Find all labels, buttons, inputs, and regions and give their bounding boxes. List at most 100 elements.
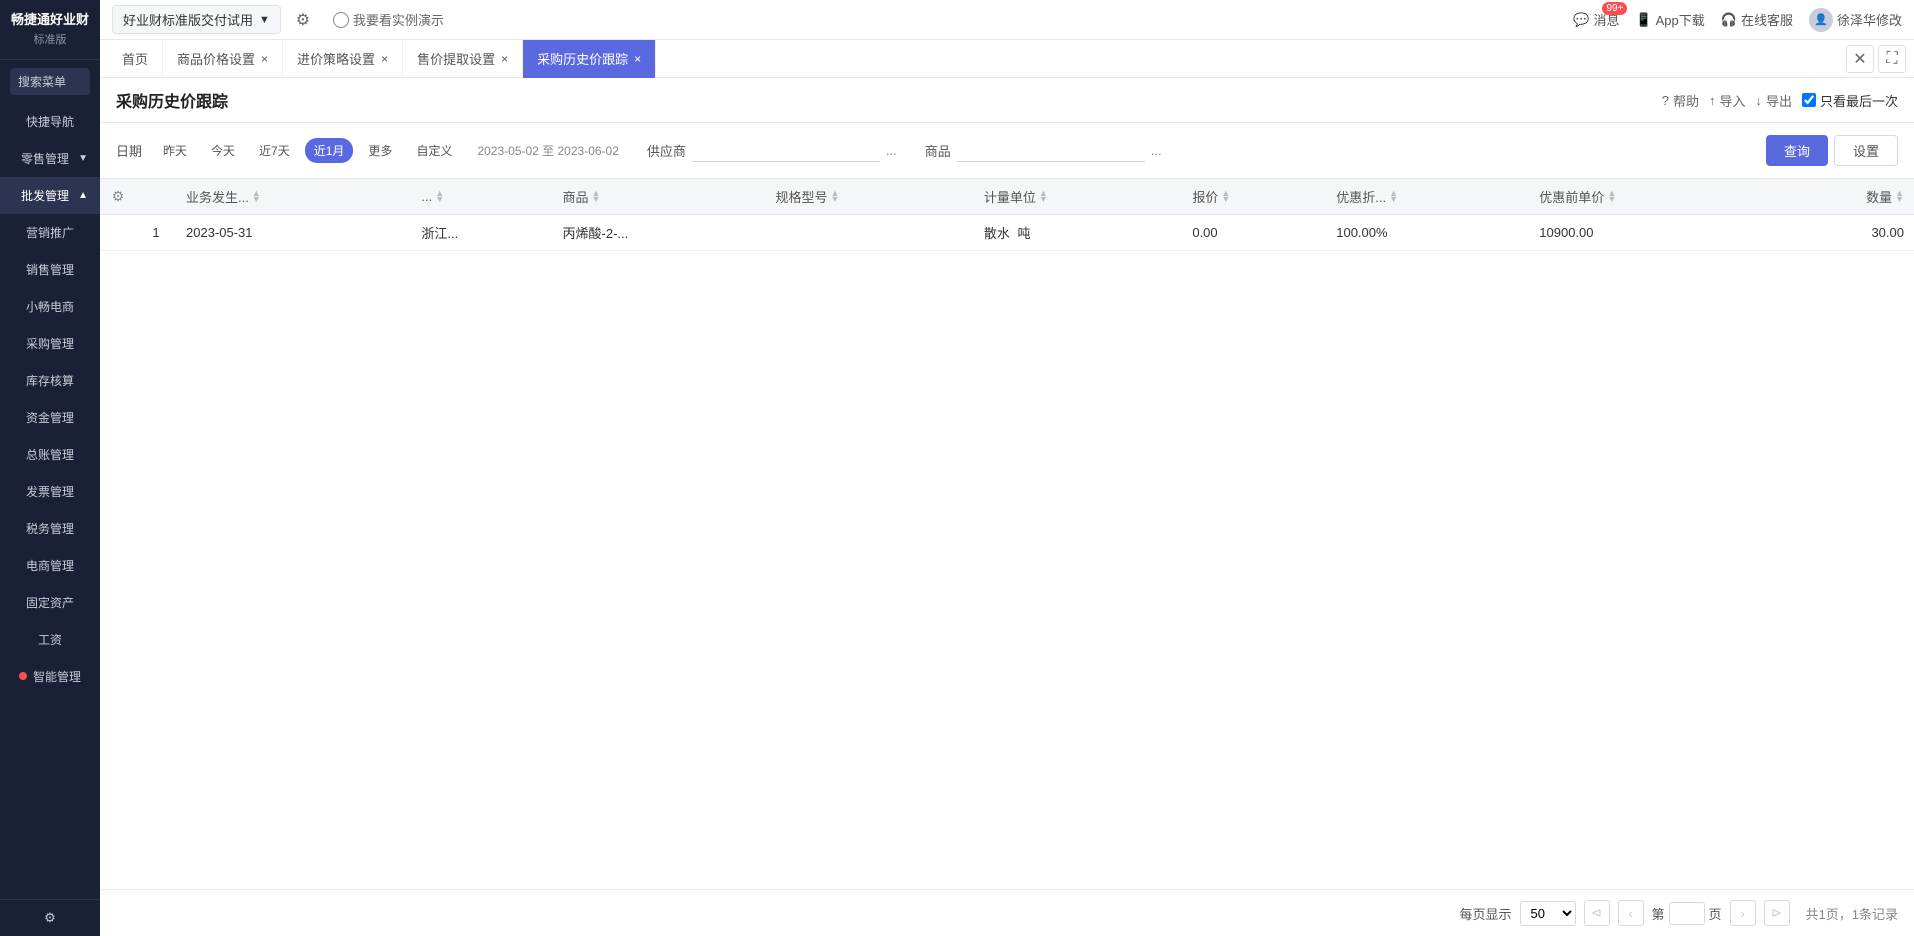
customer-service-button[interactable]: 🎧 在线客服: [1721, 10, 1793, 29]
sidebar-item-tax[interactable]: 税务管理: [0, 510, 100, 547]
last-page-button[interactable]: ⊳: [1764, 900, 1790, 926]
tabs-actions: ✕ ⛶: [1846, 45, 1906, 73]
row-quantity-cell: 30.00: [1770, 215, 1914, 251]
page-number-input[interactable]: 1: [1669, 902, 1705, 925]
settings-filter-button[interactable]: 设置: [1834, 135, 1898, 166]
row-date-cell: 2023-05-31: [176, 215, 411, 251]
th-goods: 商品 ▲▼: [553, 179, 766, 215]
tab-sale[interactable]: 售价提取设置 ×: [403, 40, 523, 78]
question-icon: ?: [1662, 93, 1669, 108]
pagination: 每页显示 20 50 100 200 ⊲ ‹ 第 1 页 › ⊳ 共1页，1条记…: [100, 889, 1914, 936]
tab-home[interactable]: 首页: [108, 40, 163, 78]
date-filter-label: 日期: [116, 141, 142, 160]
tab-history[interactable]: 采购历史价跟踪 ×: [523, 40, 656, 78]
per-page-select[interactable]: 20 50 100 200: [1520, 901, 1576, 926]
tab-price[interactable]: 商品价格设置 ×: [163, 40, 283, 78]
date-btn-7days[interactable]: 近7天: [250, 138, 299, 163]
supplier-filter-input[interactable]: [692, 140, 880, 162]
tab-price-close-icon[interactable]: ×: [261, 53, 268, 65]
message-icon: 💬: [1573, 12, 1589, 28]
version-selector[interactable]: 好业财标准版交付试用 ▼: [112, 5, 281, 34]
export-label: 导出: [1766, 91, 1792, 110]
sort-unit-price-icon: ▲▼: [1607, 191, 1616, 202]
tab-history-close-icon[interactable]: ×: [634, 53, 641, 65]
page-label: 第: [1652, 904, 1665, 923]
filter-actions: 查询 设置: [1766, 135, 1898, 166]
import-link[interactable]: ↑ 导入: [1709, 91, 1746, 110]
tab-close-all-button[interactable]: ✕: [1846, 45, 1874, 73]
headset-icon: 🎧: [1721, 12, 1737, 28]
date-btn-1month[interactable]: 近1月: [305, 138, 354, 163]
messages-button[interactable]: 💬 消息 99+: [1573, 10, 1619, 29]
tabs-bar: 首页 商品价格设置 × 进价策略设置 × 售价提取设置 × 采购历史价跟踪 × …: [100, 40, 1914, 78]
app-download-button[interactable]: 📱 App下载: [1635, 10, 1704, 29]
sidebar-item-wholesale[interactable]: 批发管理 ▲: [0, 177, 100, 214]
message-badge: 99+: [1602, 2, 1627, 15]
demo-button[interactable]: 我要看实例演示: [333, 10, 444, 29]
row-goods-cell: 丙烯酸-2-...: [553, 215, 766, 251]
tab-strategy-close-icon[interactable]: ×: [381, 53, 388, 65]
topbar-settings-button[interactable]: ⚙: [289, 6, 317, 34]
date-btn-today[interactable]: 今天: [202, 138, 244, 163]
data-table: ⚙ 业务发生... ▲▼ ... ▲▼: [100, 179, 1914, 251]
column-settings-icon[interactable]: ⚙: [112, 188, 125, 204]
user-button[interactable]: 👤 徐泽华修改: [1809, 8, 1902, 32]
filter-row: 日期 昨天 今天 近7天 近1月 更多 自定义 2023-05-02 至 202…: [116, 135, 1898, 166]
tab-strategy[interactable]: 进价策略设置 ×: [283, 40, 403, 78]
supplier-more-icon[interactable]: ...: [886, 143, 897, 158]
page-header: 采购历史价跟踪 ? 帮助 ↑ 导入 ↓ 导出 只看最后一次: [100, 78, 1914, 123]
search-menu-button[interactable]: 搜索菜单: [10, 68, 90, 95]
th-more: ... ▲▼: [411, 179, 552, 215]
supplier-filter-label: 供应商: [647, 141, 686, 160]
next-page-button[interactable]: ›: [1730, 900, 1756, 926]
sidebar-item-quick-nav[interactable]: 快捷导航: [0, 103, 100, 140]
app-download-label: App下载: [1656, 10, 1705, 29]
sort-quantity-icon: ▲▼: [1895, 191, 1904, 202]
date-btn-yesterday[interactable]: 昨天: [154, 138, 196, 163]
th-date: 业务发生... ▲▼: [176, 179, 411, 215]
sidebar-item-sales[interactable]: 销售管理: [0, 251, 100, 288]
import-label: 导入: [1719, 91, 1745, 110]
sort-unit-icon: ▲▼: [1039, 191, 1048, 202]
sidebar-item-ecommerce[interactable]: 电商管理: [0, 547, 100, 584]
export-icon: ↓: [1755, 93, 1762, 108]
tab-maximize-button[interactable]: ⛶: [1878, 45, 1906, 73]
tab-sale-close-icon[interactable]: ×: [501, 53, 508, 65]
sort-discount-icon: ▲▼: [1389, 191, 1398, 202]
retail-arrow-icon: ▼: [78, 153, 88, 164]
date-btn-custom[interactable]: 自定义: [407, 138, 461, 163]
query-button[interactable]: 查询: [1766, 135, 1828, 166]
sidebar-item-retail[interactable]: 零售管理 ▼: [0, 140, 100, 177]
prev-page-button[interactable]: ‹: [1618, 900, 1644, 926]
sidebar-item-inventory[interactable]: 库存核算: [0, 362, 100, 399]
sidebar-item-smart[interactable]: 智能管理: [0, 658, 100, 695]
goods-filter-input[interactable]: [957, 140, 1145, 162]
sidebar-item-assets[interactable]: 固定资产: [0, 584, 100, 621]
sidebar-item-marketing[interactable]: 营销推广: [0, 214, 100, 251]
th-unit: 计量单位 ▲▼: [974, 179, 1182, 215]
date-btn-more[interactable]: 更多: [359, 138, 401, 163]
sidebar-item-ecommerce-small[interactable]: 小畅电商: [0, 288, 100, 325]
export-link[interactable]: ↓ 导出: [1755, 91, 1792, 110]
th-num: [136, 179, 176, 215]
first-page-button[interactable]: ⊲: [1584, 900, 1610, 926]
import-icon: ↑: [1709, 93, 1716, 108]
sidebar-item-salary[interactable]: 工资: [0, 621, 100, 658]
tab-strategy-label: 进价策略设置: [297, 49, 375, 68]
sidebar-search-container: 搜索菜单: [0, 60, 100, 103]
sidebar-logo: 畅捷通好业财 标准版: [0, 0, 100, 60]
help-link[interactable]: ? 帮助: [1662, 91, 1699, 110]
only-last-checkbox[interactable]: [1802, 93, 1816, 107]
sidebar-item-invoice[interactable]: 发票管理: [0, 473, 100, 510]
tab-sale-label: 售价提取设置: [417, 49, 495, 68]
demo-label: 我要看实例演示: [353, 10, 444, 29]
th-unit-price: 优惠前单价 ▲▼: [1529, 179, 1770, 215]
sidebar-item-account[interactable]: 总账管理: [0, 436, 100, 473]
sidebar-settings-button[interactable]: ⚙: [0, 899, 100, 936]
sidebar-item-purchase[interactable]: 采购管理: [0, 325, 100, 362]
sidebar-item-finance[interactable]: 资金管理: [0, 399, 100, 436]
chevron-down-icon: ▼: [259, 14, 270, 26]
user-label: 徐泽华修改: [1837, 10, 1902, 29]
row-price-cell: 0.00: [1182, 215, 1326, 251]
goods-more-icon[interactable]: ...: [1151, 143, 1162, 158]
